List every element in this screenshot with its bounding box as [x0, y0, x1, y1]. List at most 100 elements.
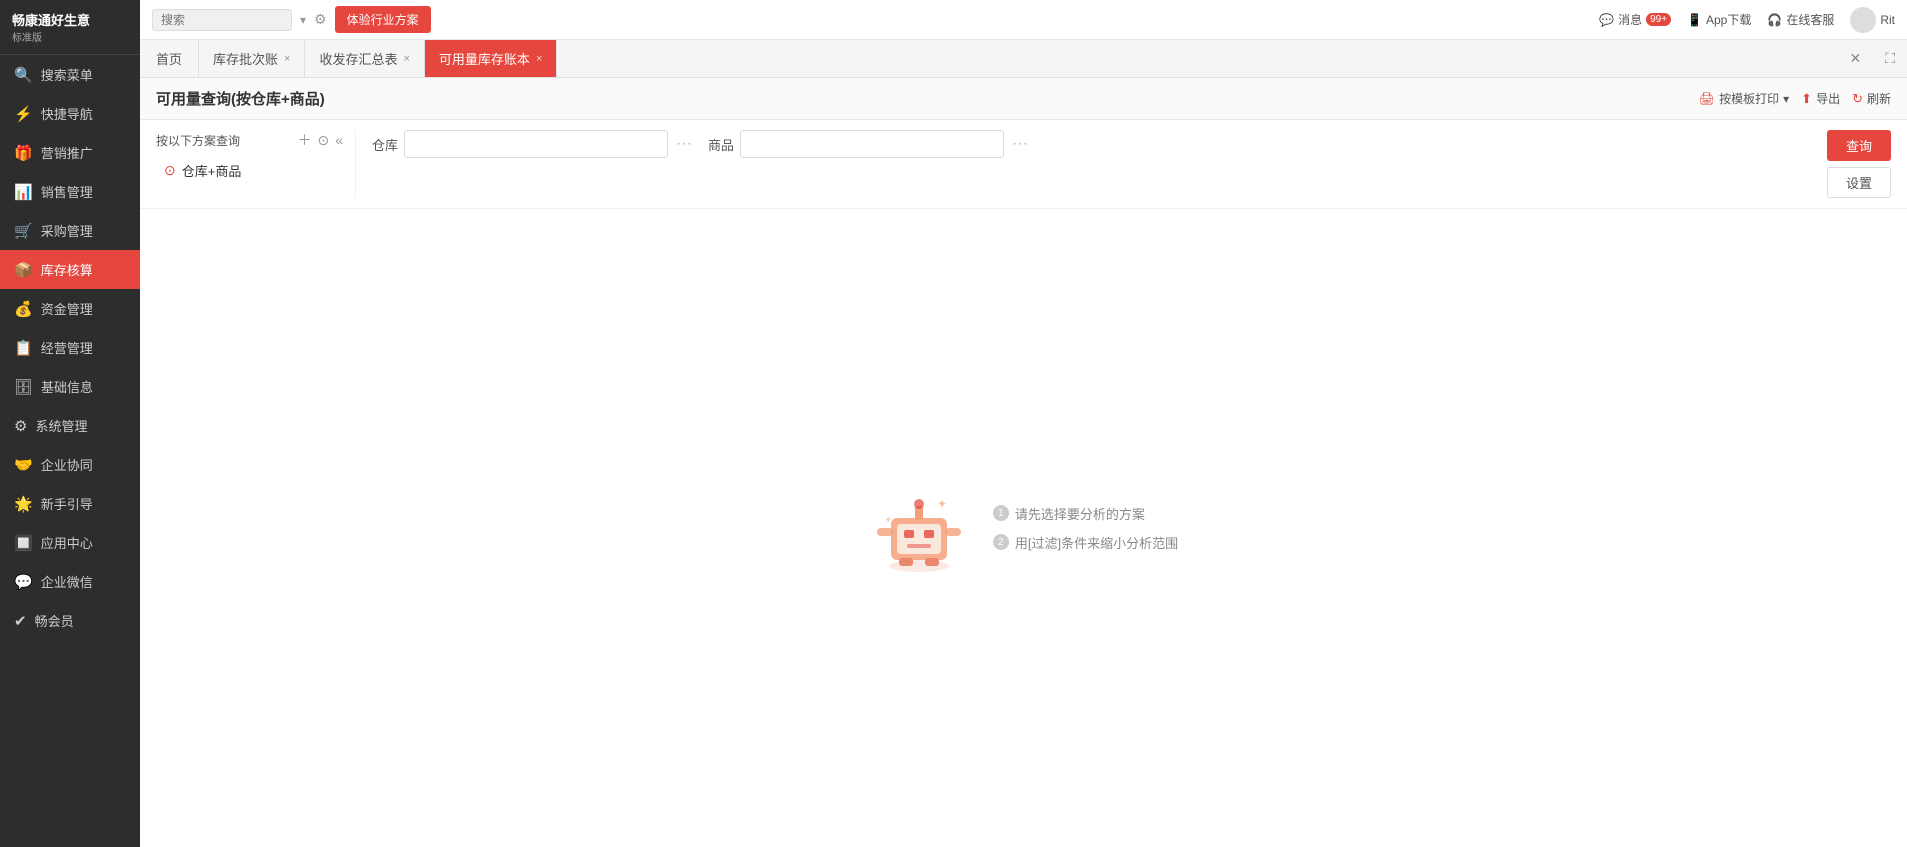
filter-fields: 仓库 ··· 商品 ···: [356, 130, 1815, 198]
sidebar-item-label: 基础信息: [41, 377, 93, 396]
user-avatar[interactable]: Rit: [1850, 7, 1895, 33]
sidebar-item-label: 搜索菜单: [41, 65, 93, 84]
sidebar-item-search[interactable]: 🔍搜索菜单: [0, 55, 140, 94]
scheme-item-warehouse-product[interactable]: ⊙ 仓库+商品: [156, 156, 343, 185]
print-button[interactable]: 🖨 按模板打印 ▾: [1699, 90, 1790, 107]
username-label: Rit: [1880, 13, 1895, 27]
sidebar-item-new-guide[interactable]: 🌟 新手引导: [0, 484, 140, 523]
sidebar-item-sales[interactable]: 📊销售管理: [0, 172, 140, 211]
main-content: ▾ ⚙ 体验行业方案 💬 消息 99+ 📱 App下载 🎧 在线客服 Rit: [140, 0, 1907, 847]
scheme-item-icon: ⊙: [164, 162, 176, 179]
message-icon: 💬: [1599, 13, 1614, 27]
cooperation-icon: 🤝: [14, 456, 33, 474]
sidebar-item-label: 经营管理: [41, 338, 93, 357]
sidebar-item-label: 快捷导航: [41, 104, 93, 123]
chevron-down-icon[interactable]: ▾: [300, 13, 306, 27]
warehouse-input[interactable]: [404, 130, 668, 158]
sales-icon: 📊: [14, 183, 33, 201]
tab-batch-account[interactable]: 库存批次账×: [199, 40, 305, 77]
purchase-icon: 🛒: [14, 222, 33, 240]
tab-close-icon[interactable]: ×: [536, 53, 542, 65]
sidebar-item-finance[interactable]: 💰资金管理: [0, 289, 140, 328]
export-button[interactable]: ⬆ 导出: [1801, 90, 1840, 107]
filter-settings-button[interactable]: 设置: [1827, 167, 1891, 198]
basic-info-icon: 🗄: [14, 378, 33, 396]
sidebar-item-label: 企业协同: [41, 455, 93, 474]
sidebar-item-shortcut[interactable]: ⚡ 快捷导航: [0, 94, 140, 133]
page-header-actions: 🖨 按模板打印 ▾ ⬆ 导出 ↻ 刷新: [1699, 90, 1891, 107]
tab-close-icon[interactable]: ×: [403, 53, 409, 65]
empty-illustration: ✦ ✦: [869, 478, 969, 578]
sidebar-item-purchase[interactable]: 🛒采购管理: [0, 211, 140, 250]
warehouse-label: 仓库: [372, 135, 398, 154]
headset-icon: 🎧: [1767, 13, 1782, 27]
filter-scheme-panel: 按以下方案查询 ＋ ⊙ « ⊙ 仓库+商品: [156, 130, 356, 198]
sidebar-item-member[interactable]: ✔畅会员: [0, 601, 140, 640]
sidebar-item-marketing-promo[interactable]: 🎁营销推广: [0, 133, 140, 172]
system-icon: ⚙: [14, 417, 27, 435]
online-service-label: 在线客服: [1786, 11, 1834, 28]
tab-available-stock[interactable]: 可用量库存账本×: [425, 40, 557, 77]
online-service-button[interactable]: 🎧 在线客服: [1767, 11, 1834, 28]
topbar: ▾ ⚙ 体验行业方案 💬 消息 99+ 📱 App下载 🎧 在线客服 Rit: [140, 0, 1907, 40]
sidebar-item-system[interactable]: ⚙ 系统管理: [0, 406, 140, 445]
avatar: [1850, 7, 1876, 33]
sidebar: 畅康通好生意 标准版 🔍搜索菜单 ⚡ 快捷导航 🎁营销推广📊销售管理🛒采购管理📦库存核…: [0, 0, 140, 847]
message-button[interactable]: 💬 消息 99+: [1599, 11, 1671, 28]
tabbar: 首页库存批次账×收发存汇总表×可用量库存账本× ✕ ⛶: [140, 40, 1907, 78]
sidebar-item-enterprise-wechat[interactable]: 💬企业微信: [0, 562, 140, 601]
refresh-button[interactable]: ↻ 刷新: [1852, 90, 1891, 107]
search-input[interactable]: [152, 9, 292, 31]
sidebar-item-operations[interactable]: 📋 经营管理: [0, 328, 140, 367]
warehouse-more-icon[interactable]: ···: [676, 135, 692, 153]
new-guide-icon: 🌟: [14, 495, 33, 513]
filter-area: 按以下方案查询 ＋ ⊙ « ⊙ 仓库+商品 仓库: [140, 120, 1907, 209]
filter-field-product: 商品 ···: [708, 130, 1028, 158]
tab-close-icon[interactable]: ×: [284, 53, 290, 65]
page-title: 可用量查询(按仓库+商品): [156, 88, 325, 109]
message-label: 消息: [1618, 11, 1642, 28]
hint-text-1: 请先选择要分析的方案: [1015, 504, 1145, 523]
add-scheme-icon[interactable]: ＋: [297, 130, 311, 150]
empty-state: ✦ ✦ 1 请先选择要分析的方案 2 用[过滤]条件来缩小分析范围: [140, 209, 1907, 847]
print-label: 按模板打印: [1719, 90, 1779, 107]
sidebar-item-label: 企业微信: [41, 572, 93, 591]
tab-home[interactable]: 首页: [140, 40, 199, 77]
app-download-button[interactable]: 📱 App下载: [1687, 11, 1751, 28]
sidebar-item-label: 应用中心: [41, 533, 93, 552]
settings-scheme-icon[interactable]: ⊙: [317, 132, 329, 149]
inventory-icon: 📦: [14, 261, 33, 279]
sidebar-item-basic-info[interactable]: 🗄 基础信息: [0, 367, 140, 406]
sidebar-item-inventory[interactable]: 📦库存核算: [0, 250, 140, 289]
product-input[interactable]: [740, 130, 1004, 158]
member-icon: ✔: [14, 612, 27, 630]
hint-number-2: 2: [993, 534, 1009, 550]
empty-hint-1: 1 请先选择要分析的方案: [993, 504, 1178, 523]
operations-icon: 📋: [14, 339, 33, 357]
query-button[interactable]: 查询: [1827, 130, 1891, 161]
sidebar-item-label: 系统管理: [35, 416, 87, 435]
filter-field-warehouse: 仓库 ···: [372, 130, 692, 158]
scheme-item-label: 仓库+商品: [182, 161, 242, 180]
sidebar-item-cooperation[interactable]: 🤝 企业协同: [0, 445, 140, 484]
industry-solution-button[interactable]: 体验行业方案: [335, 6, 431, 33]
empty-hint-2: 2 用[过滤]条件来缩小分析范围: [993, 533, 1178, 552]
hint-text-2: 用[过滤]条件来缩小分析范围: [1015, 533, 1178, 552]
expand-icon[interactable]: ⛶: [1873, 50, 1907, 67]
sidebar-logo: 畅康通好生意 标准版: [0, 0, 140, 55]
shortcut-icon: ⚡: [14, 105, 33, 123]
print-dropdown-icon[interactable]: ▾: [1783, 92, 1789, 106]
finance-icon: 💰: [14, 300, 33, 318]
filter-row-1: 仓库 ··· 商品 ···: [372, 130, 1815, 158]
tab-receipt-summary[interactable]: 收发存汇总表×: [305, 40, 424, 77]
sidebar-item-app-center[interactable]: 🔲 应用中心: [0, 523, 140, 562]
gear-icon[interactable]: ⚙: [314, 11, 327, 28]
marketing-promo-icon: 🎁: [14, 144, 33, 162]
app-center-icon: 🔲: [14, 534, 33, 552]
collapse-scheme-icon[interactable]: «: [335, 132, 343, 148]
empty-text: 1 请先选择要分析的方案 2 用[过滤]条件来缩小分析范围: [993, 504, 1178, 552]
close-tab-icon[interactable]: ✕: [1837, 50, 1873, 67]
export-label: 导出: [1816, 90, 1840, 107]
sidebar-item-label: 新手引导: [41, 494, 93, 513]
product-more-icon[interactable]: ···: [1012, 135, 1028, 153]
